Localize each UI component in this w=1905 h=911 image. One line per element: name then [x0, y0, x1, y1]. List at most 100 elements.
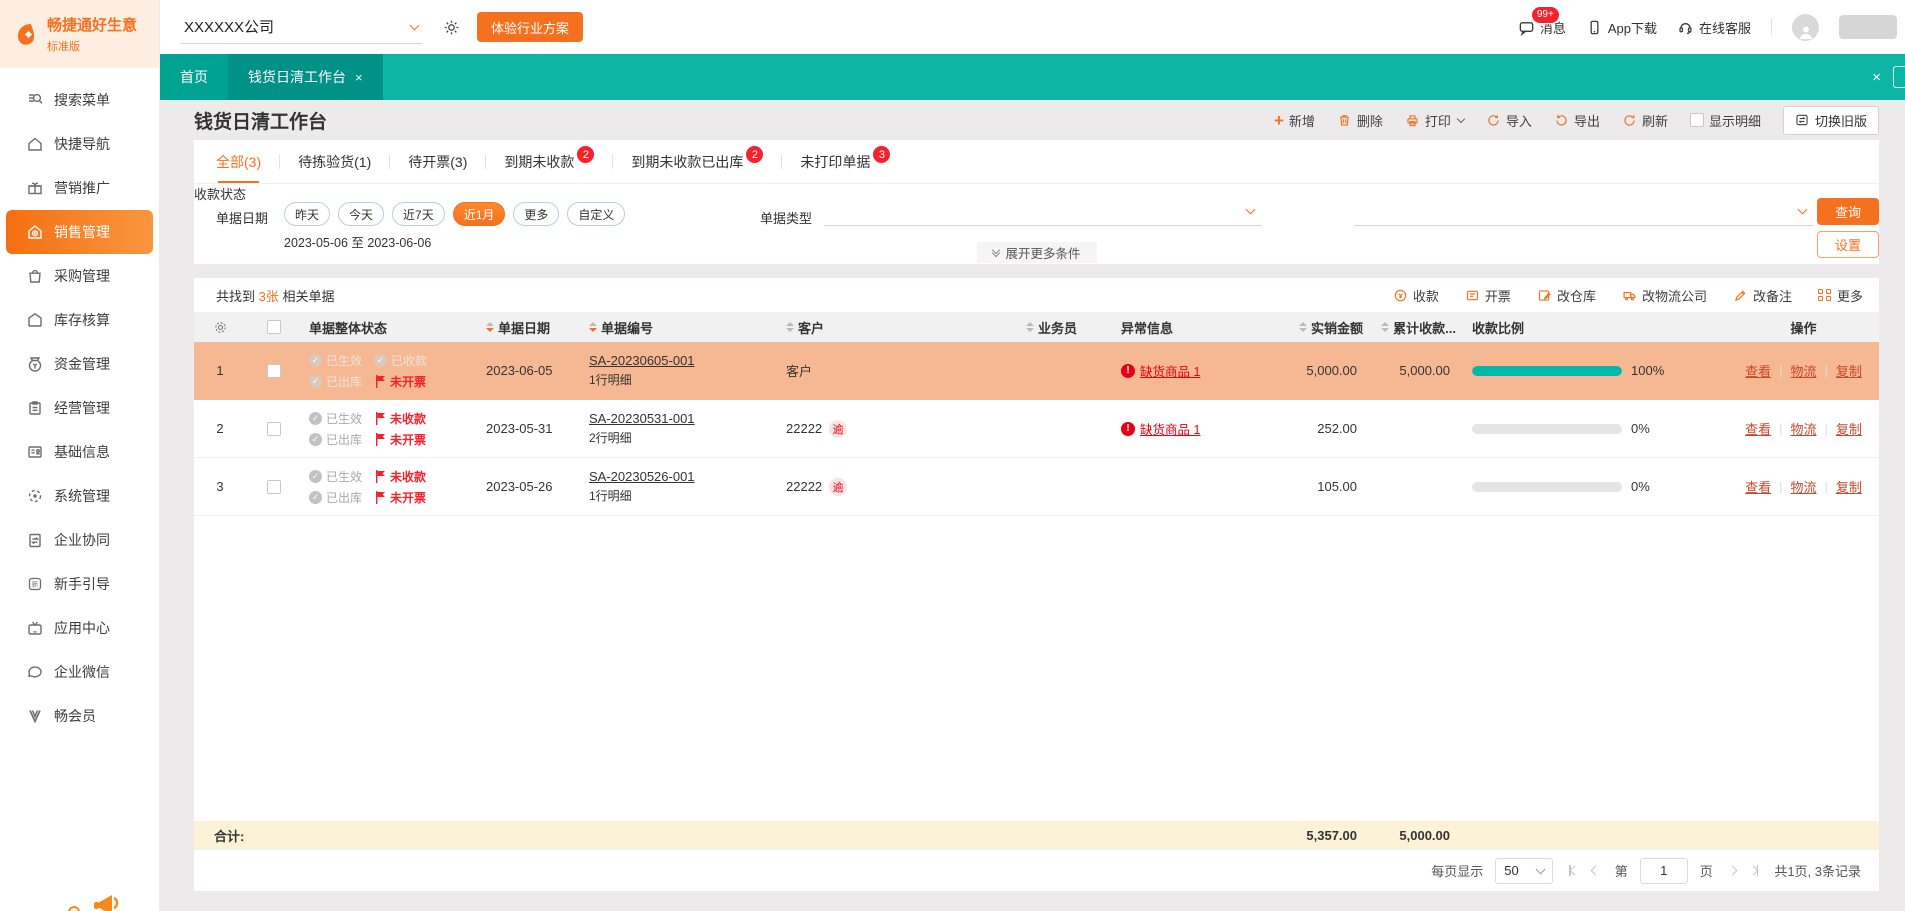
- sort-icon[interactable]: [589, 322, 597, 332]
- sidebar-item-newbie-guide[interactable]: 新 新手引导: [6, 562, 153, 606]
- sort-icon[interactable]: [486, 322, 494, 332]
- header-amount[interactable]: 实销金额: [1278, 318, 1371, 337]
- sidebar-item-inventory[interactable]: 库存核算: [6, 298, 153, 342]
- bulk-more-button[interactable]: 更多: [1818, 286, 1863, 305]
- tab-workbench[interactable]: 钱货日清工作台 ×: [228, 54, 383, 100]
- print-button[interactable]: 打印: [1405, 111, 1464, 130]
- row-checkbox[interactable]: [267, 422, 281, 436]
- close-all-tabs-icon[interactable]: ×: [1872, 69, 1881, 86]
- app-download-button[interactable]: App下载: [1586, 18, 1657, 37]
- add-button[interactable]: + 新增: [1274, 111, 1315, 130]
- tab-home[interactable]: 首页: [160, 54, 228, 100]
- row-checkbox[interactable]: [267, 364, 281, 378]
- filter-tab-all[interactable]: 全部(3): [216, 140, 261, 183]
- query-button[interactable]: 查询: [1817, 198, 1879, 225]
- filter-tab-unprinted[interactable]: 未打印单据 3: [800, 140, 890, 183]
- sidebar-item-system[interactable]: 系统管理: [6, 474, 153, 518]
- gear-icon[interactable]: [442, 18, 461, 37]
- row-checkbox[interactable]: [267, 480, 281, 494]
- sidebar-item-base-info[interactable]: 基础信息: [6, 430, 153, 474]
- assistant-mascot[interactable]: [66, 890, 126, 911]
- bulk-invoice-button[interactable]: 开票: [1465, 286, 1511, 305]
- sidebar-item-operation[interactable]: 经营管理: [6, 386, 153, 430]
- op-logistics-link[interactable]: 物流: [1790, 477, 1816, 496]
- username-placeholder[interactable]: [1839, 15, 1897, 39]
- quick-date-custom[interactable]: 自定义: [567, 202, 625, 226]
- op-copy-link[interactable]: 复制: [1836, 361, 1862, 380]
- doc-no-link[interactable]: SA-20230531-001: [589, 411, 695, 426]
- pay-status-select[interactable]: [1354, 196, 1814, 226]
- sidebar-item-app-center[interactable]: 应用中心: [6, 606, 153, 650]
- sort-icon[interactable]: [1026, 322, 1034, 332]
- bulk-receive-button[interactable]: 收款: [1393, 286, 1439, 305]
- op-view-link[interactable]: 查看: [1745, 419, 1771, 438]
- delete-button[interactable]: 删除: [1337, 111, 1383, 130]
- export-button[interactable]: 导出: [1554, 111, 1600, 130]
- quick-date-1month[interactable]: 近1月: [453, 202, 506, 226]
- tab-list-icon[interactable]: [1893, 66, 1905, 88]
- header-customer[interactable]: 客户: [778, 318, 1018, 337]
- doc-type-select[interactable]: [824, 196, 1262, 226]
- per-page-select[interactable]: 50: [1495, 858, 1553, 884]
- sidebar-item-quick-nav[interactable]: 快捷导航: [6, 122, 153, 166]
- expand-more-conditions[interactable]: 展开更多条件: [976, 242, 1096, 263]
- shortage-link[interactable]: 缺货商品 1: [1140, 361, 1200, 380]
- op-logistics-link[interactable]: 物流: [1790, 419, 1816, 438]
- show-detail-checkbox[interactable]: 显示明细: [1690, 111, 1761, 130]
- trial-industry-button[interactable]: 体验行业方案: [477, 12, 583, 42]
- quick-date-yesterday[interactable]: 昨天: [284, 202, 330, 226]
- bulk-change-warehouse-button[interactable]: 改仓库: [1537, 286, 1596, 305]
- quick-date-more[interactable]: 更多: [513, 202, 559, 226]
- table-row[interactable]: 3 ✓已生效 未收款 ✓已出库 未开票 2023-05-26 SA-202305…: [194, 458, 1879, 516]
- last-page-button[interactable]: [1750, 865, 1759, 876]
- op-copy-link[interactable]: 复制: [1836, 477, 1862, 496]
- bulk-change-remark-button[interactable]: 改备注: [1733, 286, 1792, 305]
- sidebar-item-search-menu[interactable]: 搜索菜单: [6, 78, 153, 122]
- sort-icon[interactable]: [786, 322, 794, 332]
- page-number-input[interactable]: [1640, 858, 1688, 884]
- select-all-checkbox[interactable]: [267, 320, 281, 334]
- import-button[interactable]: 导入: [1486, 111, 1532, 130]
- bulk-change-logistics-button[interactable]: 改物流公司: [1622, 286, 1707, 305]
- settings-button[interactable]: 设置: [1817, 231, 1879, 258]
- sort-icon[interactable]: [1299, 322, 1307, 332]
- header-doc-no[interactable]: 单据编号: [581, 318, 778, 337]
- online-service-button[interactable]: 在线客服: [1677, 18, 1751, 37]
- op-copy-link[interactable]: 复制: [1836, 419, 1862, 438]
- first-page-button[interactable]: [1569, 865, 1578, 876]
- messages-button[interactable]: 99+ 消息: [1518, 18, 1566, 37]
- sidebar-item-purchase[interactable]: 采购管理: [6, 254, 153, 298]
- doc-no-link[interactable]: SA-20230605-001: [589, 353, 695, 368]
- next-page-button[interactable]: [1729, 867, 1736, 874]
- sidebar-item-sales[interactable]: 销售管理: [6, 210, 153, 254]
- switch-old-version-button[interactable]: 切换旧版: [1783, 106, 1879, 135]
- company-select[interactable]: XXXXXX公司: [180, 10, 422, 44]
- sidebar-item-wecom[interactable]: 企业微信: [6, 650, 153, 694]
- refresh-button[interactable]: 刷新: [1622, 111, 1668, 130]
- header-received[interactable]: 累计收款...: [1371, 318, 1464, 337]
- tab-close-icon[interactable]: ×: [355, 70, 363, 85]
- op-logistics-link[interactable]: 物流: [1790, 361, 1816, 380]
- header-salesman[interactable]: 业务员: [1018, 318, 1113, 337]
- quick-date-7days[interactable]: 近7天: [392, 202, 445, 226]
- table-row[interactable]: 1 ✓已生效 ✓已收款 ✓已出库 未开票 2023-06-05 SA-20230…: [194, 342, 1879, 400]
- sidebar-item-funds[interactable]: 资金管理: [6, 342, 153, 386]
- op-view-link[interactable]: 查看: [1745, 361, 1771, 380]
- avatar[interactable]: [1792, 14, 1819, 41]
- filter-tab-to-pick[interactable]: 待拣验货(1): [298, 140, 371, 183]
- filter-tab-overdue-unpaid[interactable]: 到期未收款 2: [504, 140, 594, 183]
- header-doc-date[interactable]: 单据日期: [478, 318, 581, 337]
- checkbox-icon[interactable]: [1690, 113, 1704, 127]
- prev-page-button[interactable]: [1592, 867, 1599, 874]
- filter-tab-to-invoice[interactable]: 待开票(3): [408, 140, 467, 183]
- doc-no-link[interactable]: SA-20230526-001: [589, 469, 695, 484]
- sidebar-item-collaboration[interactable]: 企业协同: [6, 518, 153, 562]
- shortage-link[interactable]: 缺货商品 1: [1140, 419, 1200, 438]
- filter-tab-overdue-shipped[interactable]: 到期未收款已出库 2: [631, 140, 763, 183]
- header-status[interactable]: 单据整体状态: [301, 318, 478, 337]
- op-view-link[interactable]: 查看: [1745, 477, 1771, 496]
- sidebar-item-marketing[interactable]: 营销推广: [6, 166, 153, 210]
- sidebar-item-member[interactable]: 畅会员: [6, 694, 153, 738]
- table-row[interactable]: 2 ✓已生效 未收款 ✓已出库 未开票 2023-05-31 SA-202305…: [194, 400, 1879, 458]
- sort-icon[interactable]: [1381, 322, 1389, 332]
